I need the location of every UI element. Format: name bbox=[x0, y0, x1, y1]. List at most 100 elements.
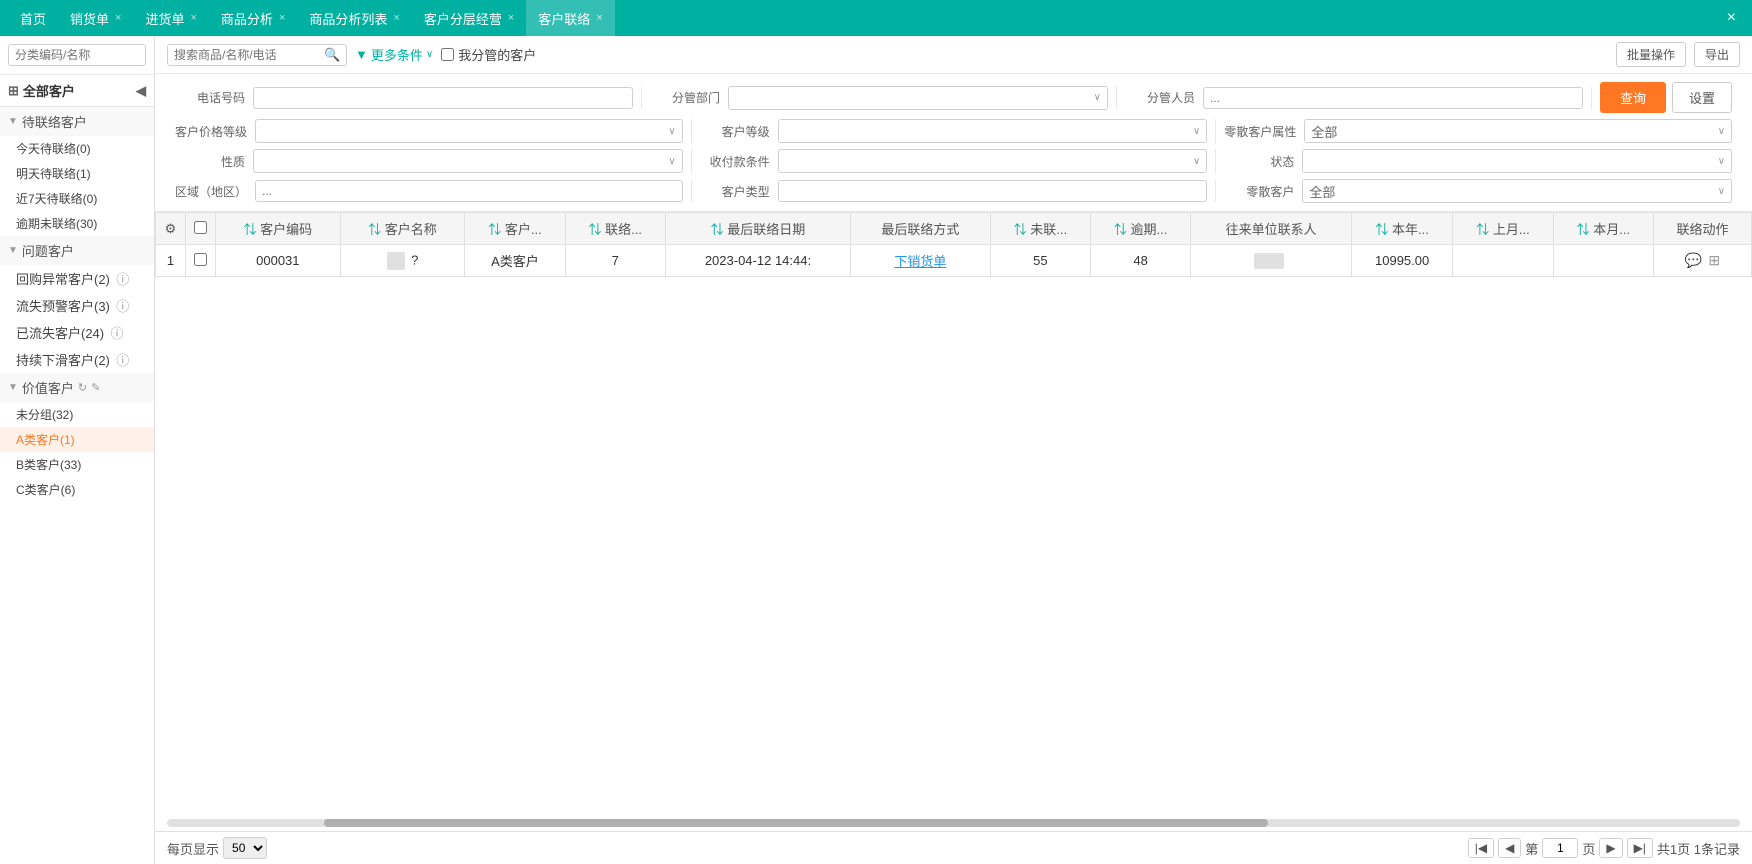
sidebar-item-tomorrow[interactable]: 明天待联络(1) bbox=[0, 161, 154, 186]
td-contact2 bbox=[1191, 245, 1352, 277]
batch-operation-btn[interactable]: 批量操作 bbox=[1616, 42, 1686, 67]
sidebar-item-b-class[interactable]: B类客户(33) bbox=[0, 452, 154, 477]
gear-icon[interactable]: ⚙ bbox=[165, 221, 177, 236]
status-select[interactable]: ∨ bbox=[1302, 149, 1732, 173]
info-icon-4: ⓘ bbox=[116, 353, 129, 368]
close-product-tab[interactable]: × bbox=[279, 12, 285, 24]
retail-attr-select[interactable]: 全部 ∨ bbox=[1304, 119, 1732, 143]
prev-page-btn[interactable]: ◀ bbox=[1498, 838, 1521, 858]
last-page-btn[interactable]: ▶| bbox=[1627, 838, 1653, 858]
sidebar-item-7days[interactable]: 近7天待联络(0) bbox=[0, 186, 154, 211]
close-product-list-tab[interactable]: × bbox=[393, 12, 399, 24]
nav-customer-contact[interactable]: 客户联络 × bbox=[526, 0, 614, 36]
settings-btn[interactable]: 设置 bbox=[1672, 82, 1732, 113]
search-icon[interactable]: 🔍 bbox=[324, 47, 340, 63]
dept-select[interactable]: ∨ bbox=[728, 86, 1108, 110]
price-level-arrow-icon: ∨ bbox=[668, 126, 675, 137]
section-value-customers[interactable]: ▼ 价值客户 ↻ ✎ bbox=[0, 373, 154, 402]
region-input[interactable] bbox=[255, 180, 683, 202]
row-checkbox[interactable] bbox=[194, 253, 207, 266]
sort-overdue-icon[interactable]: ⇅ bbox=[1114, 222, 1127, 237]
payment-label: 收付款条件 bbox=[700, 153, 770, 170]
sidebar-item-declining[interactable]: 持续下滑客户(2) ⓘ bbox=[0, 346, 154, 373]
close-purchase-tab[interactable]: × bbox=[190, 12, 196, 24]
td-checkbox bbox=[186, 245, 216, 277]
sidebar-item-churned[interactable]: 已流失客户(24) ⓘ bbox=[0, 319, 154, 346]
td-last-month bbox=[1453, 245, 1553, 277]
next-page-btn[interactable]: ▶ bbox=[1599, 838, 1622, 858]
close-customer-tier-tab[interactable]: × bbox=[508, 12, 514, 24]
search-input[interactable] bbox=[174, 48, 324, 62]
sidebar-item-a-class[interactable]: A类客户(1) bbox=[0, 427, 154, 452]
td-name: ? bbox=[340, 245, 465, 277]
nav-customer-tier[interactable]: 客户分层经营 × bbox=[412, 0, 526, 36]
status-label: 状态 bbox=[1224, 153, 1294, 170]
sidebar-collapse-btn[interactable]: ◀ bbox=[136, 83, 146, 99]
sort-type-icon[interactable]: ⇅ bbox=[488, 222, 501, 237]
td-this-year: 10995.00 bbox=[1351, 245, 1453, 277]
query-btn[interactable]: 查询 bbox=[1600, 82, 1666, 113]
sidebar-item-overdue[interactable]: 逾期未联络(30) bbox=[0, 211, 154, 236]
content-area: 🔍 ▼ 更多条件 ∨ 我分管的客户 批量操作 导出 电话号码 bbox=[155, 36, 1752, 864]
price-level-label: 客户价格等级 bbox=[175, 123, 247, 140]
nav-product-list[interactable]: 商品分析列表 × bbox=[297, 0, 411, 36]
sort-contact-icon[interactable]: ⇅ bbox=[589, 222, 602, 237]
my-customers-checkbox[interactable] bbox=[441, 48, 454, 61]
last-method-link[interactable]: 下销货单 bbox=[894, 254, 946, 269]
sort-date-icon[interactable]: ⇅ bbox=[711, 222, 724, 237]
nature-arrow-icon: ∨ bbox=[668, 156, 675, 167]
horizontal-scrollbar-thumb[interactable] bbox=[324, 819, 1268, 827]
th-contact2: 往来单位联系人 bbox=[1191, 213, 1352, 245]
sort-code-icon[interactable]: ⇅ bbox=[244, 222, 257, 237]
sidebar-item-c-class[interactable]: C类客户(6) bbox=[0, 477, 154, 502]
sidebar-search-input[interactable] bbox=[8, 44, 146, 66]
nav-purchase[interactable]: 进货单 × bbox=[133, 0, 208, 36]
page-number-input[interactable] bbox=[1542, 838, 1578, 858]
retail-customer-select[interactable]: 全部 ∨ bbox=[1302, 179, 1732, 203]
arrow-down-icon-2: ▼ bbox=[8, 245, 18, 256]
price-level-select[interactable]: ∨ bbox=[255, 119, 683, 143]
filter-row-3: 性质 ∨ 收付款条件 ∨ 状态 bbox=[167, 149, 1740, 173]
filter-manager: 分管人员 bbox=[1117, 87, 1592, 109]
sort-last-month-icon[interactable]: ⇅ bbox=[1476, 222, 1489, 237]
payment-select[interactable]: ∨ bbox=[778, 149, 1208, 173]
sidebar-item-ungrouped[interactable]: 未分组(32) bbox=[0, 402, 154, 427]
sort-this-year-icon[interactable]: ⇅ bbox=[1375, 222, 1388, 237]
td-this-month bbox=[1553, 245, 1653, 277]
edit-icon[interactable]: ✎ bbox=[91, 381, 100, 394]
sort-no-contact-icon[interactable]: ⇅ bbox=[1014, 222, 1027, 237]
refresh-icon[interactable]: ↻ bbox=[78, 381, 87, 394]
customer-level-label: 客户等级 bbox=[700, 123, 770, 140]
more-filters-btn[interactable]: ▼ 更多条件 ∨ bbox=[355, 45, 433, 64]
th-checkbox bbox=[186, 213, 216, 245]
nav-product-analysis[interactable]: 商品分析 × bbox=[209, 0, 297, 36]
page-size-select[interactable]: 50 bbox=[223, 837, 267, 859]
manager-input[interactable] bbox=[1203, 87, 1583, 109]
phone-input[interactable] bbox=[253, 87, 633, 109]
customer-level-select[interactable]: ∨ bbox=[778, 119, 1208, 143]
select-all-checkbox[interactable] bbox=[194, 221, 207, 234]
th-this-year: ⇅ 本年... bbox=[1351, 213, 1453, 245]
filter-customer-type: 客户类型 bbox=[692, 180, 1217, 202]
section-pending-contact[interactable]: ▼ 待联络客户 bbox=[0, 107, 154, 136]
sidebar-all-customers-header: ⊞ 全部客户 ◀ bbox=[0, 75, 154, 107]
sidebar-item-today[interactable]: 今天待联络(0) bbox=[0, 136, 154, 161]
sort-this-month-icon[interactable]: ⇅ bbox=[1577, 222, 1590, 237]
close-customer-contact-tab[interactable]: × bbox=[596, 12, 602, 24]
section-problem-customers[interactable]: ▼ 问题客户 bbox=[0, 236, 154, 265]
chat-icon[interactable]: 💬 bbox=[1685, 252, 1702, 269]
nav-sales[interactable]: 销货单 × bbox=[58, 0, 133, 36]
export-btn[interactable]: 导出 bbox=[1694, 42, 1740, 67]
close-sales-tab[interactable]: × bbox=[115, 12, 121, 24]
first-page-btn[interactable]: |◀ bbox=[1468, 838, 1494, 858]
nav-home[interactable]: 首页 bbox=[8, 0, 58, 36]
sort-name-icon[interactable]: ⇅ bbox=[368, 222, 381, 237]
horizontal-scrollbar-track bbox=[167, 819, 1740, 827]
customer-type-input[interactable] bbox=[778, 180, 1208, 202]
sidebar-item-churn-warning[interactable]: 流失预警客户(3) ⓘ bbox=[0, 292, 154, 319]
filter-icon: ▼ bbox=[355, 47, 368, 62]
qr-icon[interactable]: ⊞ bbox=[1708, 252, 1720, 269]
close-all-tabs[interactable]: × bbox=[1719, 9, 1744, 27]
nature-select[interactable]: ∨ bbox=[253, 149, 683, 173]
sidebar-item-repurchase-abnormal[interactable]: 回购异常客户(2) ⓘ bbox=[0, 265, 154, 292]
